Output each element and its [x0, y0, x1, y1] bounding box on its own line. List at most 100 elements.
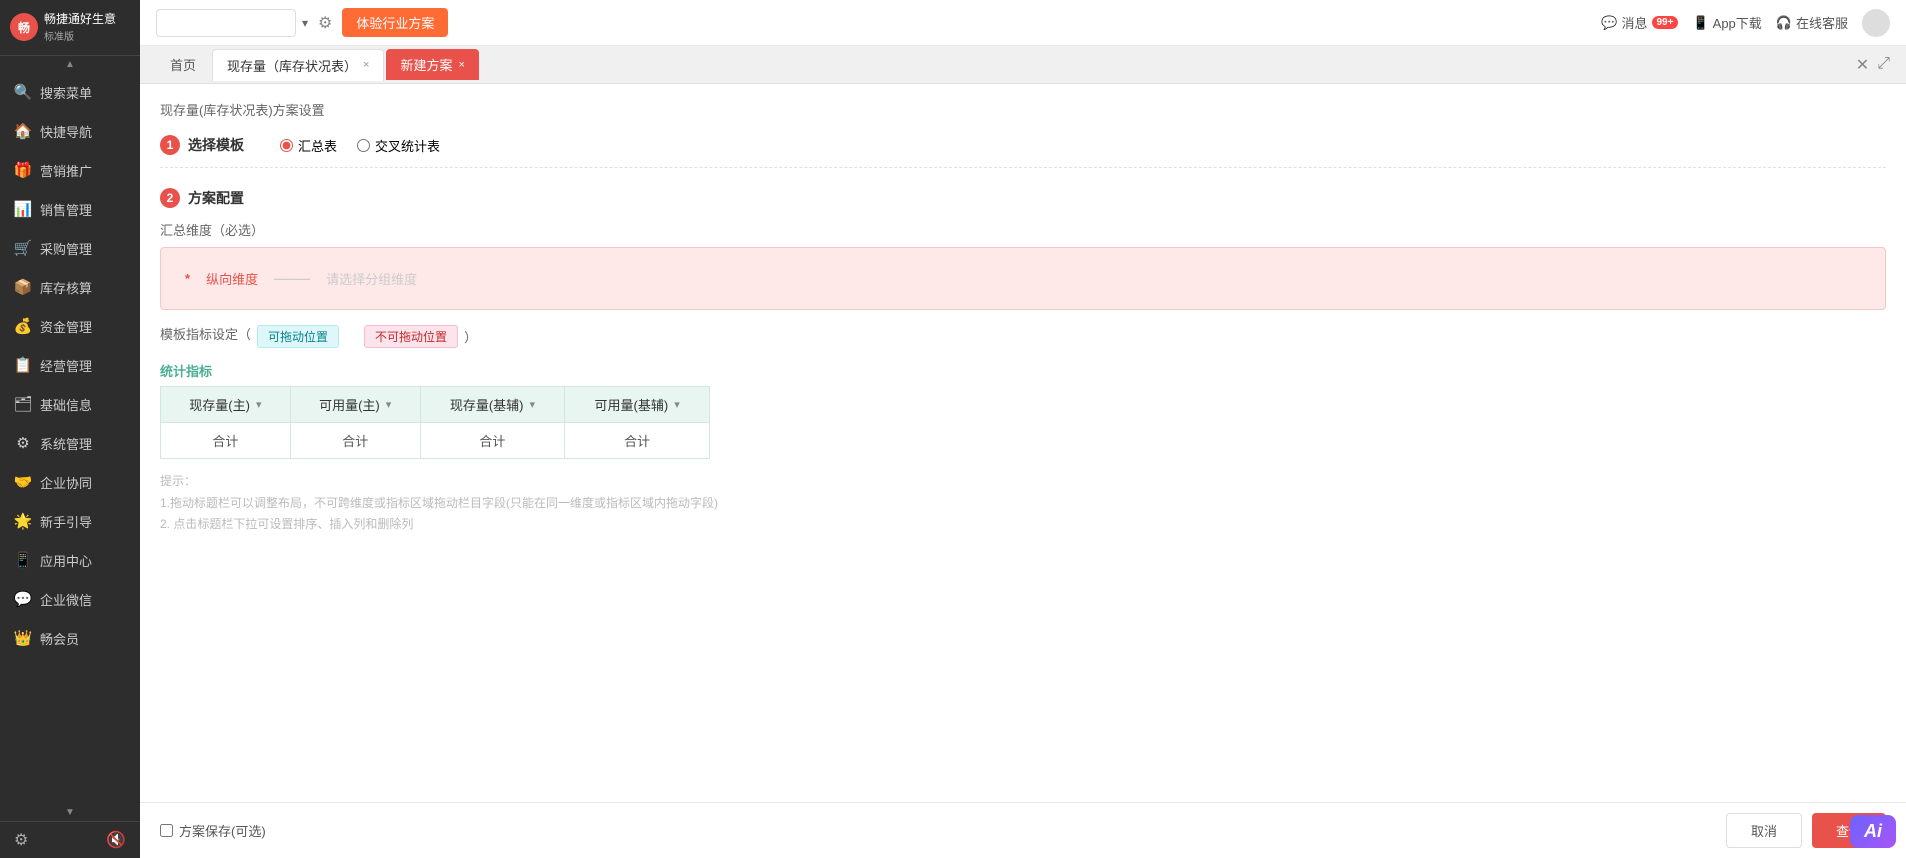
sidebar-item-purchase[interactable]: 🛒 采购管理: [0, 229, 140, 268]
online-service-item[interactable]: 🎧 在线客服: [1776, 13, 1848, 32]
window-expand-icon[interactable]: ⤢: [1877, 55, 1890, 75]
tab-new-plan[interactable]: 新建方案 ×: [386, 49, 478, 80]
box-icon: 📦: [14, 278, 32, 296]
sidebar-item-label: 搜索菜单: [40, 83, 92, 102]
sidebar-item-shortcuts[interactable]: 🏠 快捷导航: [0, 112, 140, 151]
experience-button[interactable]: 体验行业方案: [342, 8, 448, 37]
page-title: 现存量(库存状况表)方案设置: [160, 100, 1886, 119]
indicator-settings-label: 模板指标设定（: [160, 324, 251, 343]
message-item[interactable]: 💬 消息 99+: [1601, 13, 1678, 32]
col1-dropdown-icon[interactable]: ▾: [256, 398, 262, 411]
col2-sub: 合计: [290, 423, 420, 459]
online-service-label: 在线客服: [1796, 13, 1848, 32]
save-option: 方案保存(可选): [160, 821, 266, 840]
section-config: 2 方案配置 汇总维度（必选） * 纵向维度 —— 请选择分组维度 模板指标设定…: [160, 188, 1886, 536]
sidebar-item-label: 企业微信: [40, 590, 92, 609]
col4-sub: 合计: [565, 423, 710, 459]
headset-icon: 🎧: [1776, 15, 1792, 31]
sidebar-nav: 🔍 搜索菜单 🏠 快捷导航 🎁 营销推广 📊 销售管理 🛒 采购管理 📦 库存核…: [0, 73, 140, 804]
cancel-button[interactable]: 取消: [1726, 813, 1802, 848]
section2-number: 2: [160, 188, 180, 208]
sidebar-item-label: 销售管理: [40, 200, 92, 219]
col-header-2[interactable]: 可用量(主) ▾: [290, 387, 420, 423]
sidebar-scroll-down[interactable]: ▼: [0, 804, 140, 821]
app-edition: 标准版: [44, 28, 116, 43]
sidebar-item-label: 采购管理: [40, 239, 92, 258]
dimension-placeholder: 请选择分组维度: [326, 269, 417, 288]
user-avatar[interactable]: [1862, 9, 1890, 37]
tab-new-close-icon[interactable]: ×: [458, 59, 464, 71]
sidebar: 畅 畅捷通好生意 标准版 ▲ 🔍 搜索菜单 🏠 快捷导航 🎁 营销推广 📊 销售…: [0, 0, 140, 858]
search-dropdown-button[interactable]: ▾: [302, 16, 308, 30]
sidebar-item-sales[interactable]: 📊 销售管理: [0, 190, 140, 229]
stats-section: 统计指标 现存量(主) ▾ 可用量: [160, 361, 1886, 459]
tab-home-label: 首页: [170, 55, 196, 74]
sidebar-item-newguide[interactable]: 🌟 新手引导: [0, 502, 140, 541]
sidebar-scroll-up[interactable]: ▲: [0, 56, 140, 73]
col2-dropdown-icon[interactable]: ▾: [386, 398, 392, 411]
sidebar-item-cooperation[interactable]: 🤝 企业协同: [0, 463, 140, 502]
sidebar-item-marketing[interactable]: 🎁 营销推广: [0, 151, 140, 190]
app-name: 畅捷通好生意: [44, 12, 116, 28]
col-header-1[interactable]: 现存量(主) ▾: [161, 387, 291, 423]
sidebar-item-member[interactable]: 👑 畅会员: [0, 619, 140, 658]
audio-icon[interactable]: 🔇: [106, 830, 126, 850]
col1-sub: 合计: [161, 423, 291, 459]
tips-section: 提示： 1.拖动标题栏可以调整布局，不可跨维度或指标区域拖动栏目字段(只能在同一…: [160, 471, 1886, 536]
tab-home[interactable]: 首页: [156, 49, 210, 80]
sidebar-item-finance[interactable]: 💰 资金管理: [0, 307, 140, 346]
save-checkbox[interactable]: [160, 824, 173, 837]
ai-badge[interactable]: Ai: [1850, 815, 1896, 848]
col4-label: 可用量(基辅): [595, 395, 669, 414]
app-logo: 畅 畅捷通好生意 标准版: [0, 0, 140, 56]
col1-label: 现存量(主): [189, 395, 250, 414]
sidebar-item-wechat[interactable]: 💬 企业微信: [0, 580, 140, 619]
window-close-icon[interactable]: ✕: [1856, 55, 1869, 75]
tip-item-1: 1.拖动标题栏可以调整布局，不可跨维度或指标区域拖动栏目字段(只能在同一维度或指…: [160, 493, 1886, 515]
sidebar-item-inventory[interactable]: 📦 库存核算: [0, 268, 140, 307]
col4-dropdown-icon[interactable]: ▾: [674, 398, 680, 411]
sidebar-item-label: 资金管理: [40, 317, 92, 336]
topbar-settings-icon[interactable]: ⚙: [318, 13, 332, 33]
app-download-item[interactable]: 📱 App下载: [1692, 13, 1761, 32]
tips-title: 提示：: [160, 471, 1886, 493]
tab-inventory-close-icon[interactable]: ×: [363, 59, 369, 71]
col3-dropdown-icon[interactable]: ▾: [530, 398, 536, 411]
search-input[interactable]: [156, 9, 296, 37]
indicator-settings-close: ）: [464, 327, 477, 346]
sidebar-item-basic[interactable]: 🗂 基础信息: [0, 385, 140, 424]
sidebar-item-search[interactable]: 🔍 搜索菜单: [0, 73, 140, 112]
section1-divider: [160, 167, 1886, 168]
sidebar-item-appcenter[interactable]: 📱 应用中心: [0, 541, 140, 580]
cart-icon: 🛒: [14, 239, 32, 257]
template-cross-option[interactable]: 交叉统计表: [357, 136, 440, 155]
col-header-4[interactable]: 可用量(基辅) ▾: [565, 387, 710, 423]
template-summary-label: 汇总表: [298, 136, 337, 155]
wechat-icon: 💬: [14, 590, 32, 608]
sidebar-item-operations[interactable]: 📋 经营管理: [0, 346, 140, 385]
section1-number: 1: [160, 135, 180, 155]
chevron-down-icon: ▾: [302, 16, 308, 30]
tab-inventory-label: 现存量（库存状况表）: [227, 56, 357, 75]
template-cross-radio[interactable]: [357, 139, 370, 152]
message-icon: 💬: [1601, 15, 1617, 31]
dimension-box[interactable]: * 纵向维度 —— 请选择分组维度: [160, 247, 1886, 310]
tag-fixed: 不可拖动位置: [364, 325, 458, 348]
sidebar-item-label: 企业协同: [40, 473, 92, 492]
stats-table: 现存量(主) ▾ 可用量(主) ▾: [160, 386, 710, 459]
settings-bottom-icon[interactable]: ⚙: [14, 830, 28, 850]
template-summary-radio[interactable]: [280, 139, 293, 152]
section1-header: 1 选择模板 汇总表 交叉统计表: [160, 135, 1886, 155]
sidebar-item-system[interactable]: ⚙ 系统管理: [0, 424, 140, 463]
tabbar: 首页 现存量（库存状况表） × 新建方案 × ✕ ⤢: [140, 46, 1906, 84]
section-choose-template: 1 选择模板 汇总表 交叉统计表: [160, 135, 1886, 168]
handshake-icon: 🤝: [14, 473, 32, 491]
dimension-label: 汇总维度（必选）: [160, 220, 1886, 239]
template-summary-option[interactable]: 汇总表: [280, 136, 337, 155]
topbar: ▾ ⚙ 体验行业方案 💬 消息 99+ 📱 App下载 🎧 在线客服: [140, 0, 1906, 46]
col-header-3[interactable]: 现存量(基辅) ▾: [420, 387, 565, 423]
col2-label: 可用量(主): [319, 395, 380, 414]
tag-separator: [345, 327, 358, 346]
tab-inventory-status[interactable]: 现存量（库存状况表） ×: [212, 49, 384, 81]
template-cross-label: 交叉统计表: [375, 136, 440, 155]
